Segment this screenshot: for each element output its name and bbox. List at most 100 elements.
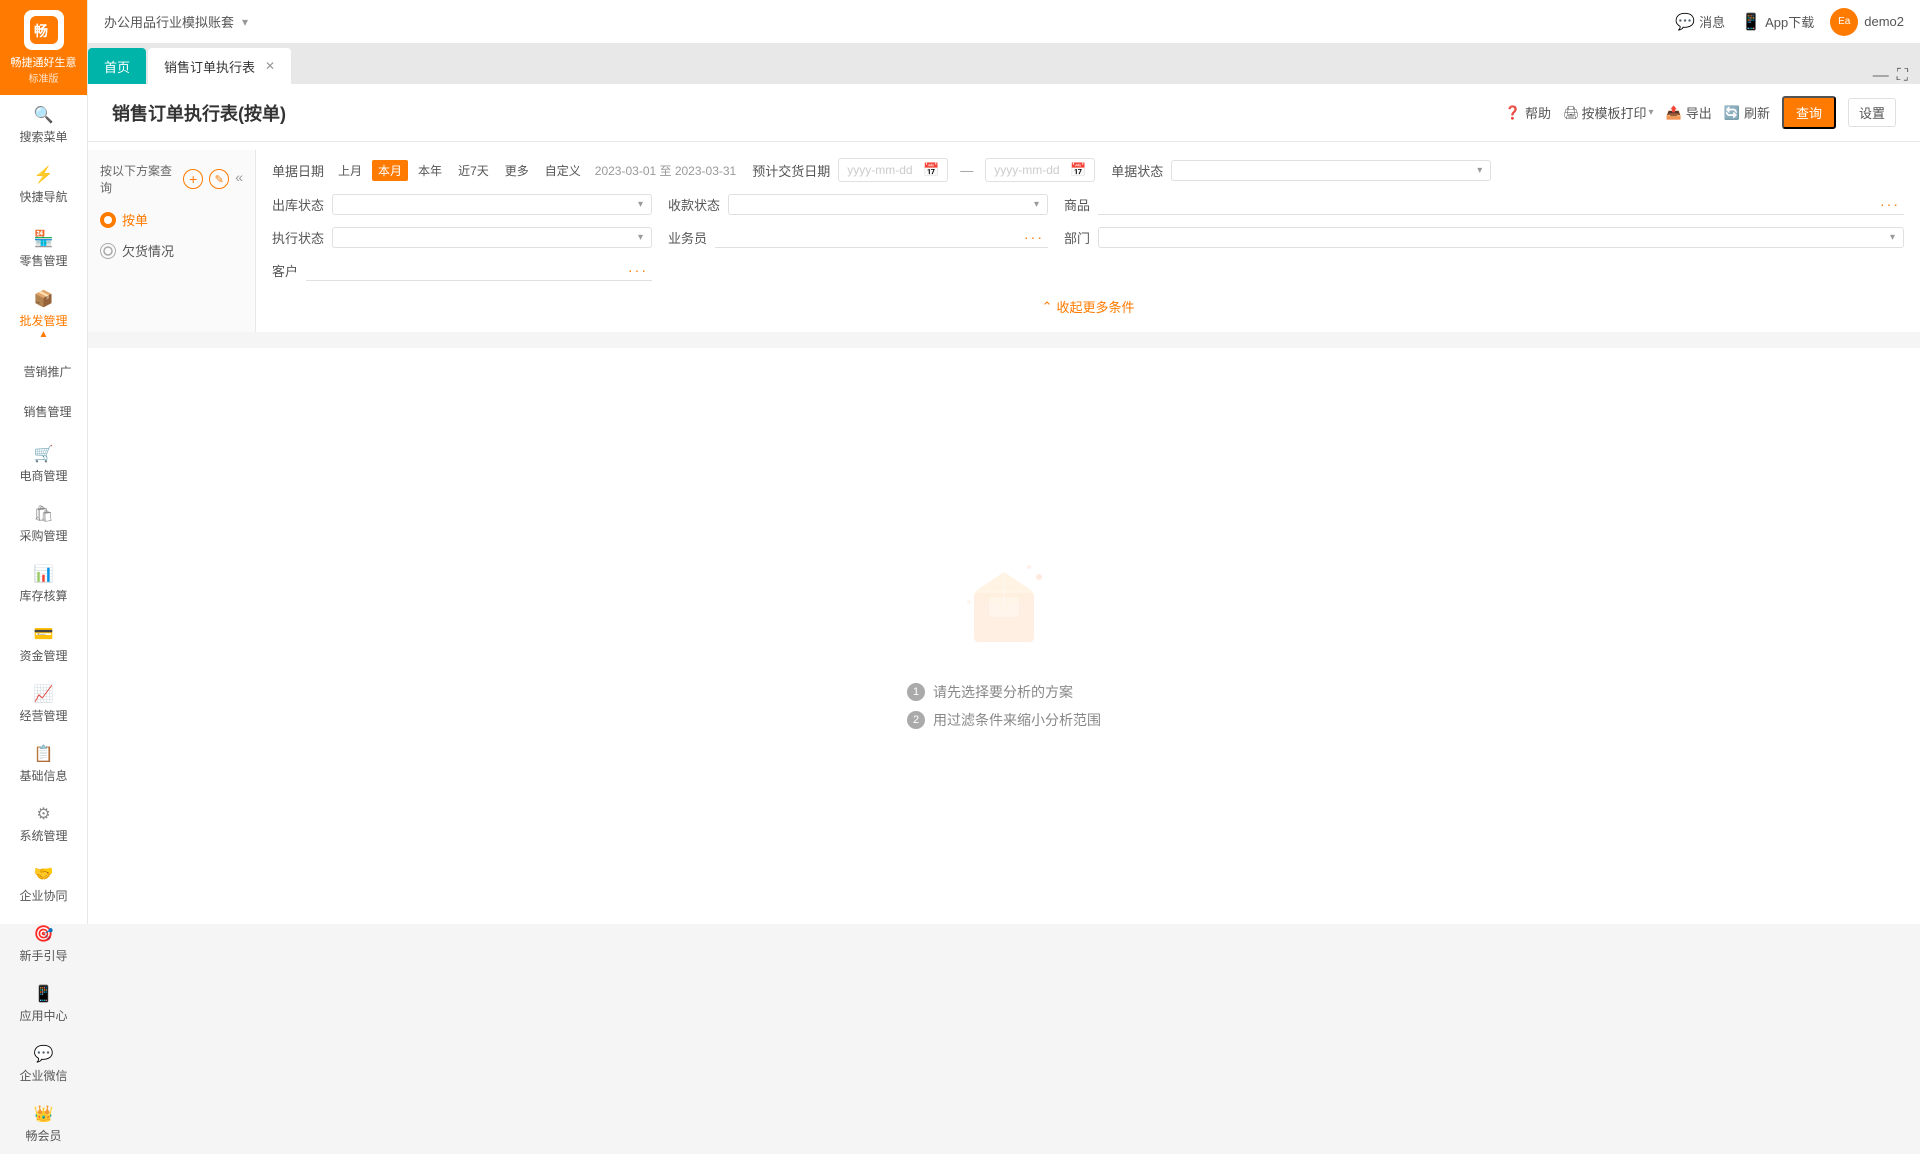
sidebar-item-finance[interactable]: 💳 资金管理 bbox=[0, 614, 87, 674]
date-last-7-days[interactable]: 近7天 bbox=[452, 160, 495, 181]
date-more[interactable]: 更多 bbox=[499, 160, 535, 181]
date-this-year[interactable]: 本年 bbox=[412, 160, 448, 181]
customer-field: 客户 ··· bbox=[272, 260, 652, 281]
app-center-icon: 📱 bbox=[34, 984, 54, 1004]
tab-home[interactable]: 首页 bbox=[88, 48, 146, 84]
sidebar-item-basic-info[interactable]: 📋 基础信息 bbox=[0, 734, 87, 794]
sidebar-item-member[interactable]: 👑 畅会员 bbox=[0, 1094, 87, 1154]
date-custom[interactable]: 自定义 bbox=[539, 160, 587, 181]
date-options: 上月 本月 本年 近7天 更多 自定义 bbox=[332, 160, 587, 181]
payment-arrow-icon: ▾ bbox=[1034, 199, 1039, 210]
sidebar-label-retail: 零售管理 bbox=[19, 252, 67, 269]
export-button[interactable]: 📤 导出 bbox=[1666, 103, 1712, 122]
collapse-more-button[interactable]: ⌃ 收起更多条件 bbox=[272, 293, 1904, 324]
salesperson-field: 业务员 ··· bbox=[668, 227, 1048, 248]
sidebar-item-system[interactable]: ⚙ 系统管理 bbox=[0, 794, 87, 854]
scheme-panel: 按以下方案查询 + ✎ « 按单 bbox=[88, 150, 256, 332]
print-dropdown-icon: ▾ bbox=[1649, 107, 1654, 118]
sidebar-item-enterprise[interactable]: 🤝 企业协同 bbox=[0, 854, 87, 914]
scheme-order-label: 按单 bbox=[122, 210, 148, 229]
department-select[interactable]: ▾ bbox=[1098, 227, 1904, 248]
sidebar-item-marketing[interactable]: 营销推广 bbox=[0, 350, 87, 390]
user-action[interactable]: Ea demo2 bbox=[1830, 8, 1904, 36]
date-range-display: 2023-03-01 至 2023-03-31 bbox=[595, 162, 736, 179]
sidebar-item-operation[interactable]: 📈 经营管理 bbox=[0, 674, 87, 734]
scheme-item-order[interactable]: 按单 bbox=[88, 204, 255, 235]
sidebar-logo[interactable]: 畅 畅捷通好生意 标准版 bbox=[0, 0, 87, 95]
sidebar-item-ecommerce[interactable]: 🛒 电商管理 bbox=[0, 434, 87, 494]
sidebar-item-wholesale[interactable]: 📦 批发管理 ▲ bbox=[0, 279, 87, 350]
expected-date-end-placeholder: yyyy-mm-dd bbox=[994, 163, 1059, 177]
tip-2-text: 用过滤条件来缩小分析范围 bbox=[933, 710, 1101, 730]
customer-input[interactable]: ··· bbox=[306, 260, 652, 281]
salesperson-dots-icon[interactable]: ··· bbox=[1024, 229, 1044, 245]
expected-date-start-input[interactable]: yyyy-mm-dd 📅 bbox=[838, 158, 948, 182]
salesperson-label: 业务员 bbox=[668, 228, 707, 247]
purchase-icon: 🛍 bbox=[33, 504, 53, 524]
expected-date-label: 预计交货日期 bbox=[752, 161, 830, 180]
execution-field: 执行状态 ▾ bbox=[272, 227, 652, 248]
sidebar-label-search: 搜索菜单 bbox=[19, 128, 67, 145]
app-download-icon: 📱 bbox=[1741, 12, 1761, 32]
sidebar-label-system: 系统管理 bbox=[19, 827, 67, 844]
avatar-text: Ea bbox=[1838, 16, 1850, 27]
member-icon: 👑 bbox=[34, 1104, 54, 1124]
newcomer-icon: 🎯 bbox=[34, 924, 54, 944]
execution-select[interactable]: ▾ bbox=[332, 227, 652, 248]
tab-close-icon[interactable]: ✕ bbox=[265, 59, 275, 73]
sidebar-label-newcomer: 新手引导 bbox=[19, 947, 67, 964]
payment-select[interactable]: ▾ bbox=[728, 194, 1048, 215]
sidebar-item-app-center[interactable]: 📱 应用中心 bbox=[0, 974, 87, 1034]
sidebar-item-inventory[interactable]: 📊 库存核算 bbox=[0, 554, 87, 614]
sidebar-label-member: 畅会员 bbox=[25, 1127, 61, 1144]
product-dots-icon[interactable]: ··· bbox=[1880, 196, 1900, 212]
print-button[interactable]: 🖨 按模板打印 ▾ bbox=[1563, 103, 1654, 122]
sidebar-label-wholesale: 批发管理 bbox=[19, 312, 67, 329]
expected-date-end-input[interactable]: yyyy-mm-dd 📅 bbox=[985, 158, 1095, 182]
tab-minimize-icon[interactable]: — bbox=[1873, 68, 1889, 84]
sidebar-label-ecommerce: 电商管理 bbox=[19, 467, 67, 484]
calendar-icon-start: 📅 bbox=[923, 162, 939, 178]
operation-icon: 📈 bbox=[34, 684, 54, 704]
department-arrow-icon: ▾ bbox=[1890, 232, 1895, 243]
sidebar-item-retail[interactable]: 🏪 零售管理 bbox=[0, 219, 87, 279]
scheme-item-debt[interactable]: 欠货情况 bbox=[88, 235, 255, 266]
empty-tip-1: 1 请先选择要分析的方案 bbox=[907, 682, 1101, 702]
page-header: 销售订单执行表(按单) ❓ 帮助 🖨 按模板打印 ▾ 📤 导出 🔄 刷新 bbox=[88, 84, 1920, 142]
tip-1-text: 请先选择要分析的方案 bbox=[933, 682, 1073, 702]
sidebar-item-purchase[interactable]: 🛍 采购管理 bbox=[0, 494, 87, 554]
department-label: 部门 bbox=[1064, 228, 1090, 247]
filter-row-2: 出库状态 ▾ 收款状态 ▾ bbox=[272, 194, 1904, 215]
sidebar-item-wechat[interactable]: 💬 企业微信 bbox=[0, 1034, 87, 1094]
add-scheme-button[interactable]: + bbox=[183, 169, 203, 189]
sidebar-item-newcomer[interactable]: 🎯 新手引导 bbox=[0, 914, 87, 974]
topbar-left: 办公用品行业模拟账套 ▾ bbox=[104, 12, 248, 31]
app-download-action[interactable]: 📱 App下载 bbox=[1741, 12, 1814, 32]
sidebar-item-search-menu[interactable]: 🔍 搜索菜单 bbox=[0, 95, 87, 155]
status-arrow-icon: ▾ bbox=[1477, 165, 1482, 176]
topbar-dropdown-icon[interactable]: ▾ bbox=[242, 15, 248, 29]
customer-dots-icon[interactable]: ··· bbox=[628, 262, 648, 278]
date-range-separator: — bbox=[956, 163, 977, 178]
print-label: 按模板打印 bbox=[1582, 103, 1647, 122]
filter-row-1: 单据日期 上月 本月 本年 近7天 更多 自定义 2023-03-01 至 20… bbox=[272, 158, 1904, 182]
help-button[interactable]: ❓ 帮助 bbox=[1505, 103, 1551, 122]
app-download-label: App下载 bbox=[1765, 12, 1814, 31]
tab-sales-order[interactable]: 销售订单执行表 ✕ bbox=[148, 48, 291, 84]
query-button[interactable]: 查询 bbox=[1782, 96, 1836, 129]
date-this-month[interactable]: 本月 bbox=[372, 160, 408, 181]
edit-scheme-button[interactable]: ✎ bbox=[209, 169, 229, 189]
salesperson-input[interactable]: ··· bbox=[715, 227, 1048, 248]
filter-container: 按以下方案查询 + ✎ « 按单 bbox=[88, 142, 1920, 332]
refresh-button[interactable]: 🔄 刷新 bbox=[1724, 103, 1770, 122]
sidebar-item-quick-nav[interactable]: ⚡ 快捷导航 bbox=[0, 155, 87, 215]
outbound-select[interactable]: ▾ bbox=[332, 194, 652, 215]
settings-button[interactable]: 设置 bbox=[1848, 98, 1896, 127]
date-last-month[interactable]: 上月 bbox=[332, 160, 368, 181]
product-input[interactable]: ··· bbox=[1098, 194, 1904, 215]
collapse-scheme-button[interactable]: « bbox=[235, 169, 243, 189]
sidebar-item-sales[interactable]: 销售管理 bbox=[0, 390, 87, 430]
status-select[interactable]: ▾ bbox=[1171, 160, 1491, 181]
tab-maximize-icon[interactable]: ⛶ bbox=[1897, 68, 1908, 84]
message-action[interactable]: 💬 消息 bbox=[1675, 12, 1725, 32]
